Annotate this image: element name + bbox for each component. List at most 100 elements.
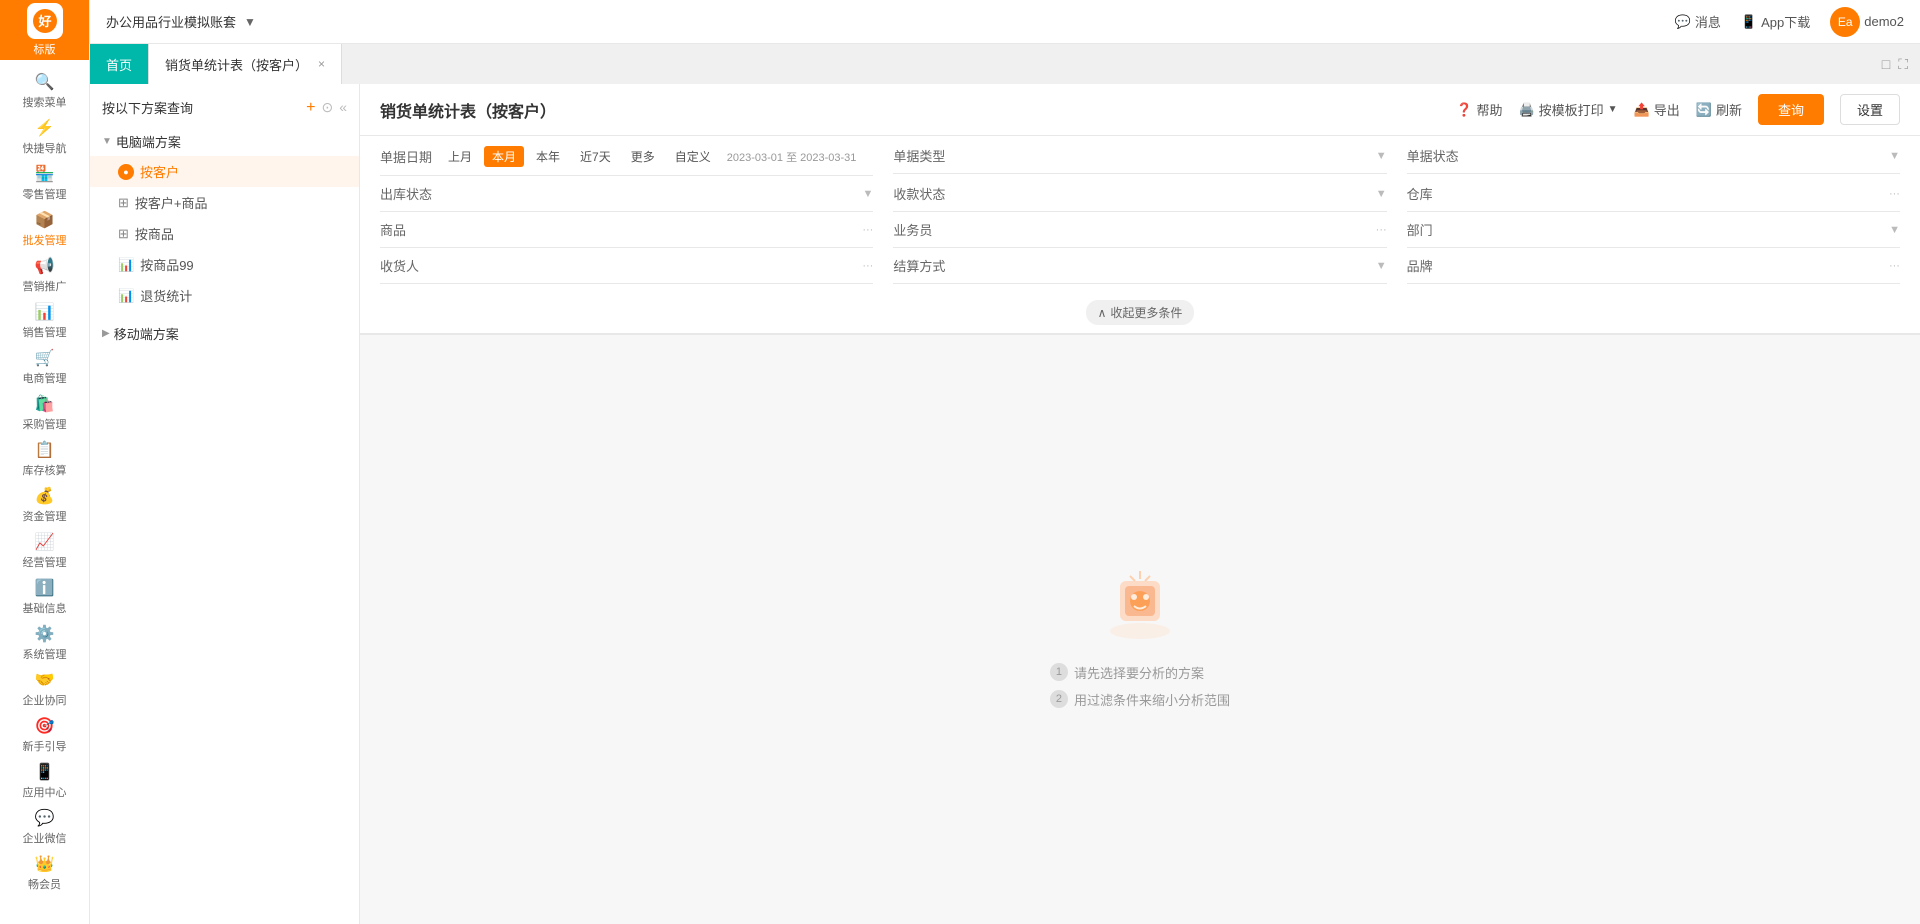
- sidebar-nav: 🔍 搜索菜单 ⚡ 快捷导航 🏪 零售管理 📦 批发管理 📢 营销推广 📊 销售管…: [0, 60, 90, 924]
- apps-icon: 📱: [35, 762, 55, 782]
- sidebar-item-purchase[interactable]: 🛍️ 采购管理: [0, 390, 90, 436]
- maximize-icon[interactable]: ⛶: [1898, 56, 1908, 73]
- payment-dropdown[interactable]: ▼: [1376, 260, 1387, 272]
- sidebar-item-sales[interactable]: 📊 销售管理: [0, 298, 90, 344]
- salesperson-dots[interactable]: ···: [1376, 224, 1387, 236]
- date-btn-more[interactable]: 更多: [623, 146, 663, 167]
- top-bar: 办公用品行业模拟账套 ▼ 💬 消息 📱 App下载 Ea demo2: [90, 0, 1920, 44]
- guide-icon: 🎯: [35, 716, 55, 736]
- sidebar-item-retail[interactable]: 🏪 零售管理: [0, 160, 90, 206]
- doc-status-dropdown[interactable]: ▼: [1889, 150, 1900, 162]
- date-btn-custom[interactable]: 自定义: [667, 146, 719, 167]
- doc-type-dropdown[interactable]: ▼: [1376, 150, 1387, 162]
- filter-row-2-inner: 出库状态 ▼ 收款状态 ▼ 仓库: [380, 184, 1900, 212]
- product-dots[interactable]: ···: [862, 224, 873, 236]
- sidebar-item-member[interactable]: 👑 畅会员: [0, 850, 90, 896]
- collapse-arrow-icon: ∧: [1098, 306, 1107, 320]
- sidebar-item-apps[interactable]: 📱 应用中心: [0, 758, 90, 804]
- filter-doc-status: 单据状态 ▼: [1407, 146, 1900, 174]
- scheme-item-by-customer[interactable]: ● 按客户: [90, 156, 359, 187]
- filter-brand: 品牌 ···: [1407, 256, 1900, 284]
- edit-scheme-icon[interactable]: ⊙: [321, 99, 333, 117]
- sidebar-item-wholesale[interactable]: 📦 批发管理: [0, 206, 90, 252]
- tab-close-icon[interactable]: ×: [318, 57, 325, 71]
- sidebar-item-inventory[interactable]: 📋 库存核算: [0, 436, 90, 482]
- scheme-item-by-product[interactable]: ⊞ 按商品: [90, 218, 359, 249]
- filter-warehouse: 仓库 ···: [1407, 184, 1900, 212]
- refresh-icon: 🔄: [1696, 102, 1712, 118]
- group-label-desktop: 电脑端方案: [116, 132, 181, 151]
- filter-product: 商品 ···: [380, 220, 873, 248]
- window-icon[interactable]: □: [1882, 56, 1890, 72]
- query-button[interactable]: 查询: [1758, 94, 1824, 125]
- refresh-button[interactable]: 🔄 刷新: [1696, 100, 1742, 119]
- sidebar-label-search: 搜索菜单: [23, 94, 67, 110]
- scheme-item-by-customer-product[interactable]: ⊞ 按客户+商品: [90, 187, 359, 218]
- inventory-icon: 📋: [35, 440, 55, 460]
- sidebar-item-ecommerce[interactable]: 🛒 电商管理: [0, 344, 90, 390]
- workspace-dropdown[interactable]: ▼: [244, 15, 256, 29]
- collapse-panel-icon[interactable]: «: [339, 99, 347, 117]
- warehouse-dots[interactable]: ···: [1889, 188, 1900, 200]
- payment-label: 结算方式: [893, 256, 953, 275]
- department-dropdown[interactable]: ▼: [1889, 224, 1900, 236]
- main-content: 销货单统计表（按客户） ❓ 帮助 🖨️ 按模板打印 ▼ 📤 导出: [360, 84, 1920, 924]
- out-status-dropdown[interactable]: ▼: [862, 188, 873, 200]
- add-scheme-icon[interactable]: +: [306, 99, 315, 117]
- empty-state: 1 请先选择要分析的方案 2 用过滤条件来缩小分析范围: [360, 335, 1920, 924]
- sidebar-item-shortcut[interactable]: ⚡ 快捷导航: [0, 114, 90, 160]
- date-btn-this-year[interactable]: 本年: [528, 146, 568, 167]
- tab-home[interactable]: 首页: [90, 44, 149, 84]
- sidebar-item-operations[interactable]: 📈 经营管理: [0, 528, 90, 574]
- date-label: 单据日期: [380, 147, 440, 166]
- wholesale-icon: 📦: [35, 210, 55, 230]
- collapse-button[interactable]: ∧ 收起更多条件: [1086, 300, 1195, 325]
- sidebar-label-operations: 经营管理: [23, 554, 67, 570]
- app-download-button[interactable]: 📱 App下载: [1741, 12, 1810, 31]
- group-arrow-mobile: ▶: [102, 328, 110, 339]
- help-button[interactable]: ❓ 帮助: [1456, 100, 1502, 119]
- scheme-group-desktop: ▼ 电脑端方案 ● 按客户 ⊞ 按客户+商品 ⊞ 按商品 📊 按商品99: [90, 123, 359, 315]
- receiver-dots[interactable]: ···: [862, 260, 873, 272]
- scheme-group-desktop-title[interactable]: ▼ 电脑端方案: [90, 127, 359, 156]
- scheme-item-by-product-99[interactable]: 📊 按商品99: [90, 249, 359, 280]
- scheme-label-by-product-99: 按商品99: [140, 255, 193, 274]
- scheme-icon-grid2: ⊞: [118, 226, 129, 242]
- scheme-label-by-customer: 按客户: [140, 162, 179, 181]
- collapse-row: ∧ 收起更多条件: [360, 292, 1920, 334]
- tab-home-label: 首页: [106, 55, 132, 74]
- sidebar-item-enterprise[interactable]: 🤝 企业协同: [0, 666, 90, 712]
- tab-sales-stats[interactable]: 销货单统计表（按客户） ×: [149, 44, 342, 84]
- message-label: 消息: [1695, 12, 1721, 31]
- wechat-icon: 💬: [35, 808, 55, 828]
- shortcut-icon: ⚡: [35, 118, 55, 138]
- export-button[interactable]: 📤 导出: [1634, 100, 1680, 119]
- sidebar-item-marketing[interactable]: 📢 营销推广: [0, 252, 90, 298]
- date-btn-7days[interactable]: 近7天: [572, 146, 619, 167]
- scheme-item-refund[interactable]: 📊 退货统计: [90, 280, 359, 311]
- settings-button[interactable]: 设置: [1840, 94, 1900, 125]
- salesperson-label: 业务员: [893, 220, 953, 239]
- message-button[interactable]: 💬 消息: [1675, 12, 1721, 31]
- sidebar-item-basic[interactable]: ℹ️ 基础信息: [0, 574, 90, 620]
- brand-dots[interactable]: ···: [1889, 260, 1900, 272]
- collect-status-dropdown[interactable]: ▼: [1376, 188, 1387, 200]
- scheme-group-mobile-title[interactable]: ▶ 移动端方案: [90, 319, 359, 348]
- sidebar-item-search[interactable]: 🔍 搜索菜单: [0, 68, 90, 114]
- date-btn-last-month[interactable]: 上月: [440, 146, 480, 167]
- sidebar-item-finance[interactable]: 💰 资金管理: [0, 482, 90, 528]
- app-logo[interactable]: 好 标版: [0, 0, 90, 60]
- tip-num-1: 1: [1050, 663, 1068, 681]
- sidebar-label-member: 畅会员: [28, 876, 61, 892]
- user-profile[interactable]: Ea demo2: [1830, 7, 1904, 37]
- sidebar-item-guide[interactable]: 🎯 新手引导: [0, 712, 90, 758]
- page-header-actions: ❓ 帮助 🖨️ 按模板打印 ▼ 📤 导出 🔄 刷新: [1456, 94, 1900, 125]
- sidebar-item-wechat[interactable]: 💬 企业微信: [0, 804, 90, 850]
- top-bar-left: 办公用品行业模拟账套 ▼: [106, 12, 256, 31]
- date-btn-this-month[interactable]: 本月: [484, 146, 524, 167]
- page-header: 销货单统计表（按客户） ❓ 帮助 🖨️ 按模板打印 ▼ 📤 导出: [360, 84, 1920, 136]
- filter-doc-type: 单据类型 ▼: [893, 146, 1386, 174]
- app-download-label: App下载: [1761, 12, 1810, 31]
- print-button[interactable]: 🖨️ 按模板打印 ▼: [1518, 100, 1617, 119]
- sidebar-item-system[interactable]: ⚙️ 系统管理: [0, 620, 90, 666]
